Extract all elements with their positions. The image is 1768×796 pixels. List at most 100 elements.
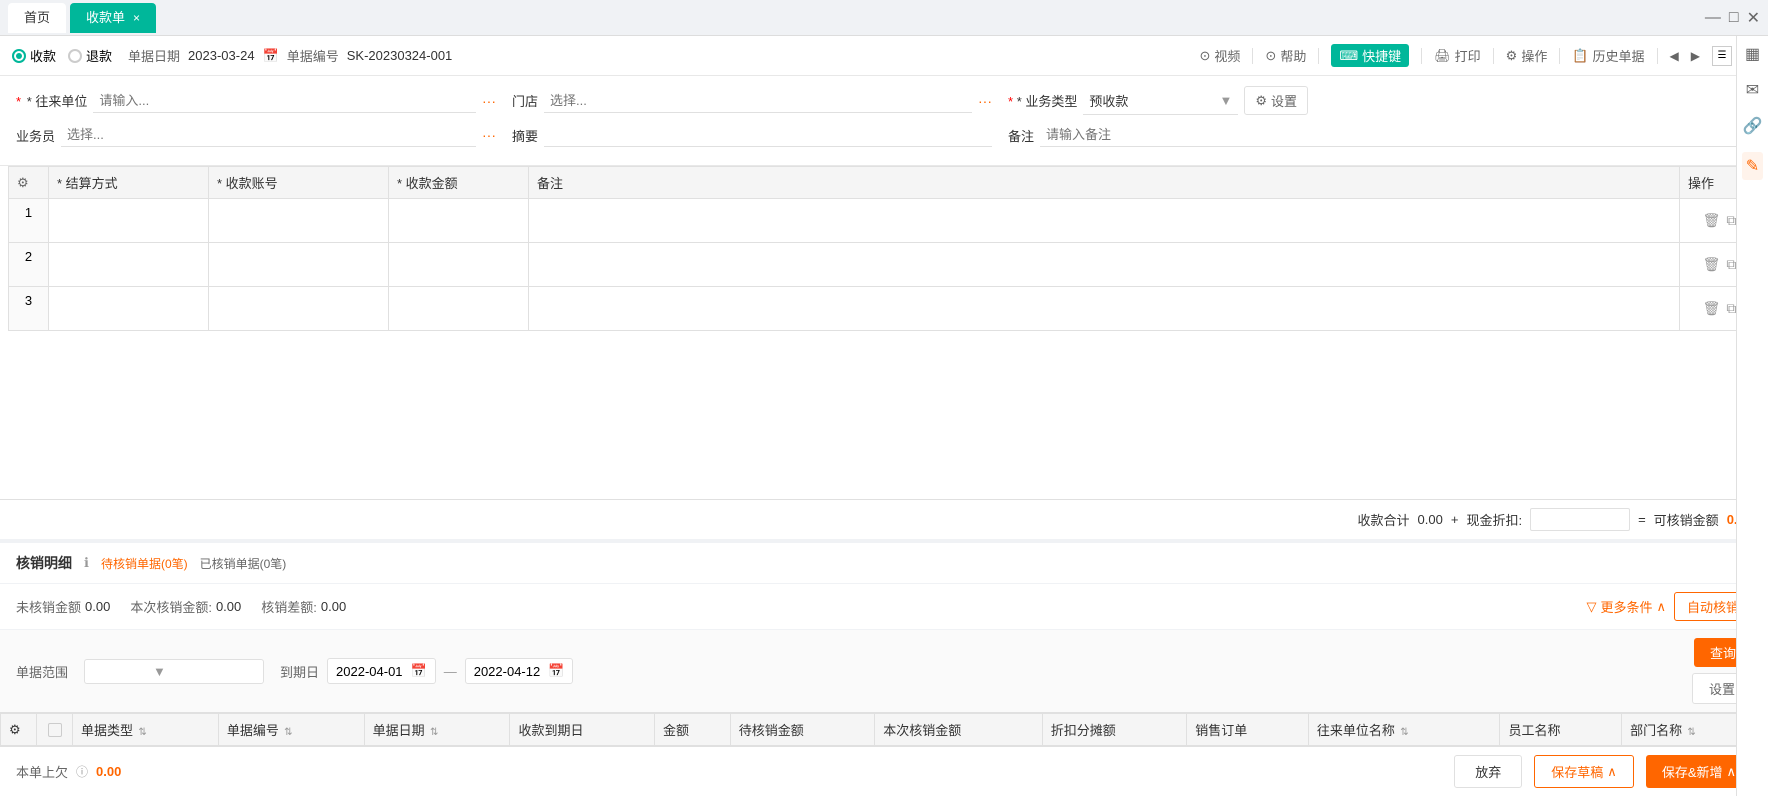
verify-done-tab[interactable]: 已核销单据(0笔) — [200, 555, 287, 572]
history-btn[interactable]: 📋 历史单据 — [1572, 46, 1644, 65]
view-list-icon[interactable]: ☰ — [1712, 46, 1732, 66]
store-input[interactable] — [544, 89, 972, 113]
delete-row-2-icon[interactable]: 🗑 — [1703, 256, 1721, 273]
radio-receive[interactable]: 收款 — [12, 46, 56, 65]
form-setting-btn[interactable]: ⚙ 设置 — [1244, 86, 1308, 115]
row-2-amount[interactable] — [389, 243, 529, 287]
gear-icon: ⚙ — [1255, 93, 1267, 109]
unchecked-value: 0.00 — [85, 599, 110, 614]
col-checkbox — [37, 714, 73, 746]
summary-input[interactable] — [544, 123, 992, 147]
copy-row-2-icon[interactable]: ⧉ — [1726, 256, 1736, 273]
operation-btn[interactable]: ⚙ 操作 — [1506, 46, 1548, 65]
sort-type-icon: ⇅ — [138, 727, 146, 738]
row-1-settle[interactable] — [49, 199, 209, 243]
window-minimize-icon[interactable]: — — [1705, 9, 1721, 27]
verify-pending-tab[interactable]: 待核销单据(0笔) — [101, 555, 188, 572]
tab-home[interactable]: 首页 — [8, 3, 66, 33]
copy-row-1-icon[interactable]: ⧉ — [1726, 212, 1736, 229]
date-from-input[interactable]: 2022-04-01 📅 — [327, 658, 436, 684]
range-select[interactable]: ▼ — [84, 659, 264, 684]
radio-receive-label: 收款 — [30, 46, 56, 65]
video-btn[interactable]: ⊙ 视频 — [1200, 46, 1241, 65]
chevron-up-draft-icon: ∧ — [1607, 764, 1617, 780]
operation-label: 操作 — [1521, 46, 1547, 65]
print-btn[interactable]: 🖨 打印 — [1434, 46, 1481, 65]
window-close-icon[interactable]: ✕ — [1747, 8, 1760, 28]
business-type-select[interactable]: 预收款 ▼ — [1083, 87, 1238, 115]
col-header-settle: * 结算方式 — [49, 167, 209, 199]
panel-table-icon[interactable]: ▦ — [1745, 44, 1760, 64]
row-1-amount[interactable] — [389, 199, 529, 243]
verify-actions: ▽ 更多条件 ∧ 自动核销 — [1586, 592, 1752, 621]
row-2-note[interactable] — [529, 243, 1680, 287]
chevron-up-icon: ∧ — [1656, 599, 1666, 615]
tab-active[interactable]: 收款单 × — [70, 3, 156, 33]
delete-row-1-icon[interactable]: 🗑 — [1703, 212, 1721, 229]
row-3-settle[interactable] — [49, 287, 209, 331]
delete-row-3-icon[interactable]: 🗑 — [1703, 300, 1721, 317]
help-btn[interactable]: ⊙ 帮助 — [1265, 46, 1306, 65]
staff-input[interactable] — [61, 123, 476, 147]
info-circle-icon[interactable]: ⓘ — [76, 763, 88, 780]
form-area: * * 往来单位 ··· 门店 ··· * * 业务类型 预收款 ▼ — [0, 76, 1768, 166]
print-icon: 🖨 — [1434, 48, 1451, 64]
select-all-checkbox[interactable] — [48, 723, 62, 737]
col-pending-header: 待核销金额 — [730, 714, 875, 746]
panel-email-icon[interactable]: ✉ — [1746, 80, 1759, 100]
more-conditions-btn[interactable]: ▽ 更多条件 ∧ — [1586, 597, 1666, 616]
tab-close-icon[interactable]: × — [133, 3, 140, 33]
staff-more-btn[interactable]: ··· — [482, 127, 496, 143]
abandon-btn[interactable]: 放弃 — [1454, 755, 1522, 788]
cash-discount-input[interactable] — [1530, 508, 1630, 531]
save-draft-btn[interactable]: 保存草稿 ∧ — [1534, 755, 1634, 788]
toolbar: 收款 退款 单据日期 2023-03-24 📅 单据编号 SK-20230324… — [0, 36, 1768, 76]
calendar-from-icon: 📅 — [411, 663, 427, 679]
col-header-amount: * 收款金额 — [389, 167, 529, 199]
row-2-settle[interactable] — [49, 243, 209, 287]
footer-label: 本单上欠 — [16, 762, 68, 781]
radio-receive-dot — [12, 49, 26, 63]
window-maximize-icon[interactable]: □ — [1729, 9, 1739, 27]
row-3-amount[interactable] — [389, 287, 529, 331]
prev-icon[interactable]: ◀ — [1670, 49, 1679, 63]
copy-row-3-icon[interactable]: ⧉ — [1726, 300, 1736, 317]
row-3-account[interactable] — [209, 287, 389, 331]
video-icon: ⊙ — [1200, 48, 1211, 64]
verify-header: 核销明细 ℹ 待核销单据(0笔) 已核销单据(0笔) — [0, 543, 1768, 584]
radio-refund[interactable]: 退款 — [68, 46, 112, 65]
table-gear-icon-2[interactable]: ⚙ — [9, 722, 21, 737]
row-3-note[interactable] — [529, 287, 1680, 331]
table-gear-icon[interactable]: ⚙ — [17, 175, 29, 190]
summary-label: 摘要 — [512, 126, 538, 145]
equals-sign: = — [1638, 512, 1646, 527]
panel-link-icon[interactable]: 🔗 — [1743, 116, 1763, 136]
row-1-note[interactable] — [529, 199, 1680, 243]
diff-label: 核销差额: — [261, 597, 317, 616]
col-due-header: 收款到期日 — [510, 714, 655, 746]
counterpart-more-btn[interactable]: ··· — [482, 93, 496, 109]
this-time-stat: 本次核销金额: 0.00 — [130, 597, 241, 616]
counterpart-input[interactable] — [93, 89, 476, 113]
store-more-btn[interactable]: ··· — [978, 93, 992, 109]
filter-icon: ▽ — [1586, 599, 1596, 615]
verify-info-icon[interactable]: ℹ — [84, 555, 89, 571]
calendar-icon[interactable]: 📅 — [263, 48, 279, 64]
col-staff-header: 员工名称 — [1500, 714, 1622, 746]
help-label: 帮助 — [1280, 46, 1306, 65]
date-to-input[interactable]: 2022-04-12 📅 — [465, 658, 574, 684]
date-separator: — — [444, 664, 457, 679]
next-icon[interactable]: ▶ — [1691, 49, 1700, 63]
note-input[interactable] — [1040, 123, 1752, 147]
panel-edit-icon[interactable]: ✎ — [1742, 152, 1763, 180]
range-label: 单据范围 — [16, 662, 68, 681]
col-header-note: 备注 — [529, 167, 1680, 199]
divider-2 — [1318, 48, 1319, 64]
radio-group: 收款 退款 — [12, 46, 112, 65]
video-label: 视频 — [1214, 46, 1240, 65]
shortcut-btn[interactable]: ⌨ 快捷键 — [1331, 44, 1409, 67]
plus-sign: + — [1451, 512, 1459, 527]
counterpart-field: * * 往来单位 ··· — [16, 89, 496, 113]
row-1-account[interactable] — [209, 199, 389, 243]
row-2-account[interactable] — [209, 243, 389, 287]
